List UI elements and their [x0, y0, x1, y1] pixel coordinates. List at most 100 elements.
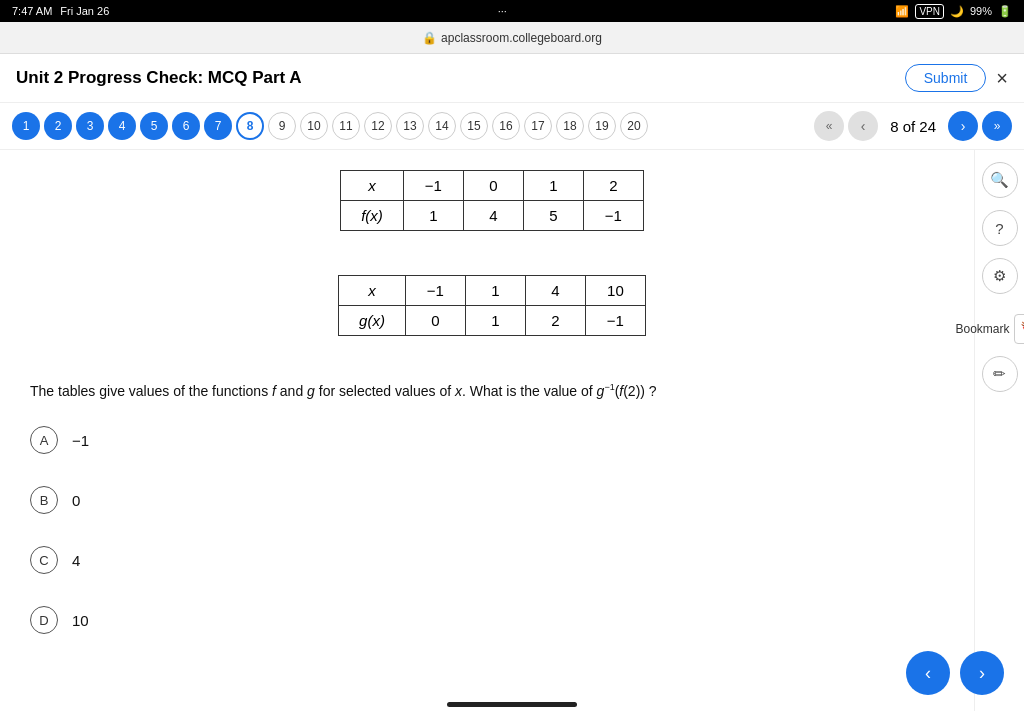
choice-a-circle: A [30, 426, 58, 454]
header-actions: Submit × [905, 64, 1008, 92]
help-icon: ? [995, 220, 1003, 237]
table2-col-1: 1 [465, 276, 525, 306]
table1-col-0: 0 [463, 171, 523, 201]
q-num-19[interactable]: 19 [588, 112, 616, 140]
zoom-button[interactable]: 🔍 [982, 162, 1018, 198]
time: 7:47 AM [12, 5, 52, 17]
vpn-badge: VPN [915, 4, 944, 19]
question-area: x −1 0 1 2 f(x) 1 4 5 −1 x [0, 150, 974, 711]
table2-val-3: 2 [525, 306, 585, 336]
nav-last-button[interactable]: » [982, 111, 1012, 141]
bookmark-area: Bookmark 🔖 [955, 314, 1024, 344]
q-num-8[interactable]: 8 [236, 112, 264, 140]
choice-d[interactable]: D 10 [30, 606, 954, 634]
url-text: apclassroom.collegeboard.org [441, 31, 602, 45]
q-num-9[interactable]: 9 [268, 112, 296, 140]
bottom-prev-icon: ‹ [925, 663, 931, 684]
table1-val-4: −1 [583, 201, 643, 231]
choice-c-circle: C [30, 546, 58, 574]
moon-icon: 🌙 [950, 5, 964, 18]
nav-first-button[interactable]: « [814, 111, 844, 141]
battery-icon: 🔋 [998, 5, 1012, 18]
q-num-3[interactable]: 3 [76, 112, 104, 140]
battery-pct: 99% [970, 5, 992, 17]
q-num-4[interactable]: 4 [108, 112, 136, 140]
q-num-16[interactable]: 16 [492, 112, 520, 140]
close-button[interactable]: × [996, 68, 1008, 88]
bookmark-icon: 🔖 [1020, 321, 1024, 337]
q-num-5[interactable]: 5 [140, 112, 168, 140]
table2-val-1: 0 [405, 306, 465, 336]
table2-col-10: 10 [585, 276, 645, 306]
table1-col-neg1: −1 [403, 171, 463, 201]
edit-button[interactable]: ✏ [982, 356, 1018, 392]
q-num-12[interactable]: 12 [364, 112, 392, 140]
page-title: Unit 2 Progress Check: MCQ Part A [16, 68, 302, 88]
bottom-nav: ‹ › [906, 651, 1004, 695]
nav-prev-button[interactable]: ‹ [848, 111, 878, 141]
nav-count: 8 of 24 [890, 118, 936, 135]
submit-button[interactable]: Submit [905, 64, 987, 92]
question-text: The tables give values of the functions … [30, 380, 954, 402]
table-fx: x −1 0 1 2 f(x) 1 4 5 −1 [340, 170, 644, 231]
bottom-prev-button[interactable]: ‹ [906, 651, 950, 695]
table1-val-1: 1 [403, 201, 463, 231]
table2-val-2: 1 [465, 306, 525, 336]
choice-b-value: 0 [72, 492, 80, 509]
table2-col-neg1: −1 [405, 276, 465, 306]
date: Fri Jan 26 [60, 5, 109, 17]
q-num-6[interactable]: 6 [172, 112, 200, 140]
table2-row-label: g(x) [339, 306, 406, 336]
q-num-1[interactable]: 1 [12, 112, 40, 140]
q-num-18[interactable]: 18 [556, 112, 584, 140]
choice-d-circle: D [30, 606, 58, 634]
bookmark-label: Bookmark [955, 322, 1009, 336]
content-area: x −1 0 1 2 f(x) 1 4 5 −1 x [0, 150, 1024, 711]
choice-d-value: 10 [72, 612, 89, 629]
table1-row-label: f(x) [341, 201, 404, 231]
nav-next-button[interactable]: › [948, 111, 978, 141]
table-gx: x −1 1 4 10 g(x) 0 1 2 −1 [338, 275, 646, 336]
choice-c[interactable]: C 4 [30, 546, 954, 574]
table1-header-x: x [341, 171, 404, 201]
q-num-17[interactable]: 17 [524, 112, 552, 140]
lock-icon: 🔒 [422, 31, 437, 45]
q-num-15[interactable]: 15 [460, 112, 488, 140]
browser-url: 🔒 apclassroom.collegeboard.org [422, 31, 602, 45]
settings-button[interactable]: ⚙ [982, 258, 1018, 294]
q-num-13[interactable]: 13 [396, 112, 424, 140]
table2-col-4: 4 [525, 276, 585, 306]
table2-val-4: −1 [585, 306, 645, 336]
q-num-20[interactable]: 20 [620, 112, 648, 140]
table1-val-3: 5 [523, 201, 583, 231]
choice-c-value: 4 [72, 552, 80, 569]
bookmark-button[interactable]: 🔖 [1014, 314, 1024, 344]
table2-header-x: x [339, 276, 406, 306]
q-num-10[interactable]: 10 [300, 112, 328, 140]
browser-bar: 🔒 apclassroom.collegeboard.org [0, 22, 1024, 54]
choice-b[interactable]: B 0 [30, 486, 954, 514]
bottom-next-icon: › [979, 663, 985, 684]
choice-b-circle: B [30, 486, 58, 514]
table1-col-1: 1 [523, 171, 583, 201]
q-num-11[interactable]: 11 [332, 112, 360, 140]
wifi-icon: 📶 [895, 5, 909, 18]
help-button[interactable]: ? [982, 210, 1018, 246]
edit-icon: ✏ [993, 365, 1006, 383]
bottom-next-button[interactable]: › [960, 651, 1004, 695]
settings-icon: ⚙ [993, 267, 1006, 285]
table1-val-2: 4 [463, 201, 523, 231]
status-bar: 7:47 AM Fri Jan 26 ··· 📶 VPN 🌙 99% 🔋 [0, 0, 1024, 22]
table1-col-2: 2 [583, 171, 643, 201]
question-nav-bar: 1 2 3 4 5 6 7 8 9 10 11 12 13 14 15 16 1… [0, 103, 1024, 150]
bottom-bar-indicator [447, 702, 577, 707]
header: Unit 2 Progress Check: MCQ Part A Submit… [0, 54, 1024, 103]
choice-a-value: −1 [72, 432, 89, 449]
choice-a[interactable]: A −1 [30, 426, 954, 454]
q-num-2[interactable]: 2 [44, 112, 72, 140]
q-num-14[interactable]: 14 [428, 112, 456, 140]
q-num-7[interactable]: 7 [204, 112, 232, 140]
zoom-icon: 🔍 [990, 171, 1009, 189]
sidebar-tools: 🔍 ? ⚙ Bookmark 🔖 ✏ [974, 150, 1024, 711]
browser-dots: ··· [498, 5, 507, 17]
